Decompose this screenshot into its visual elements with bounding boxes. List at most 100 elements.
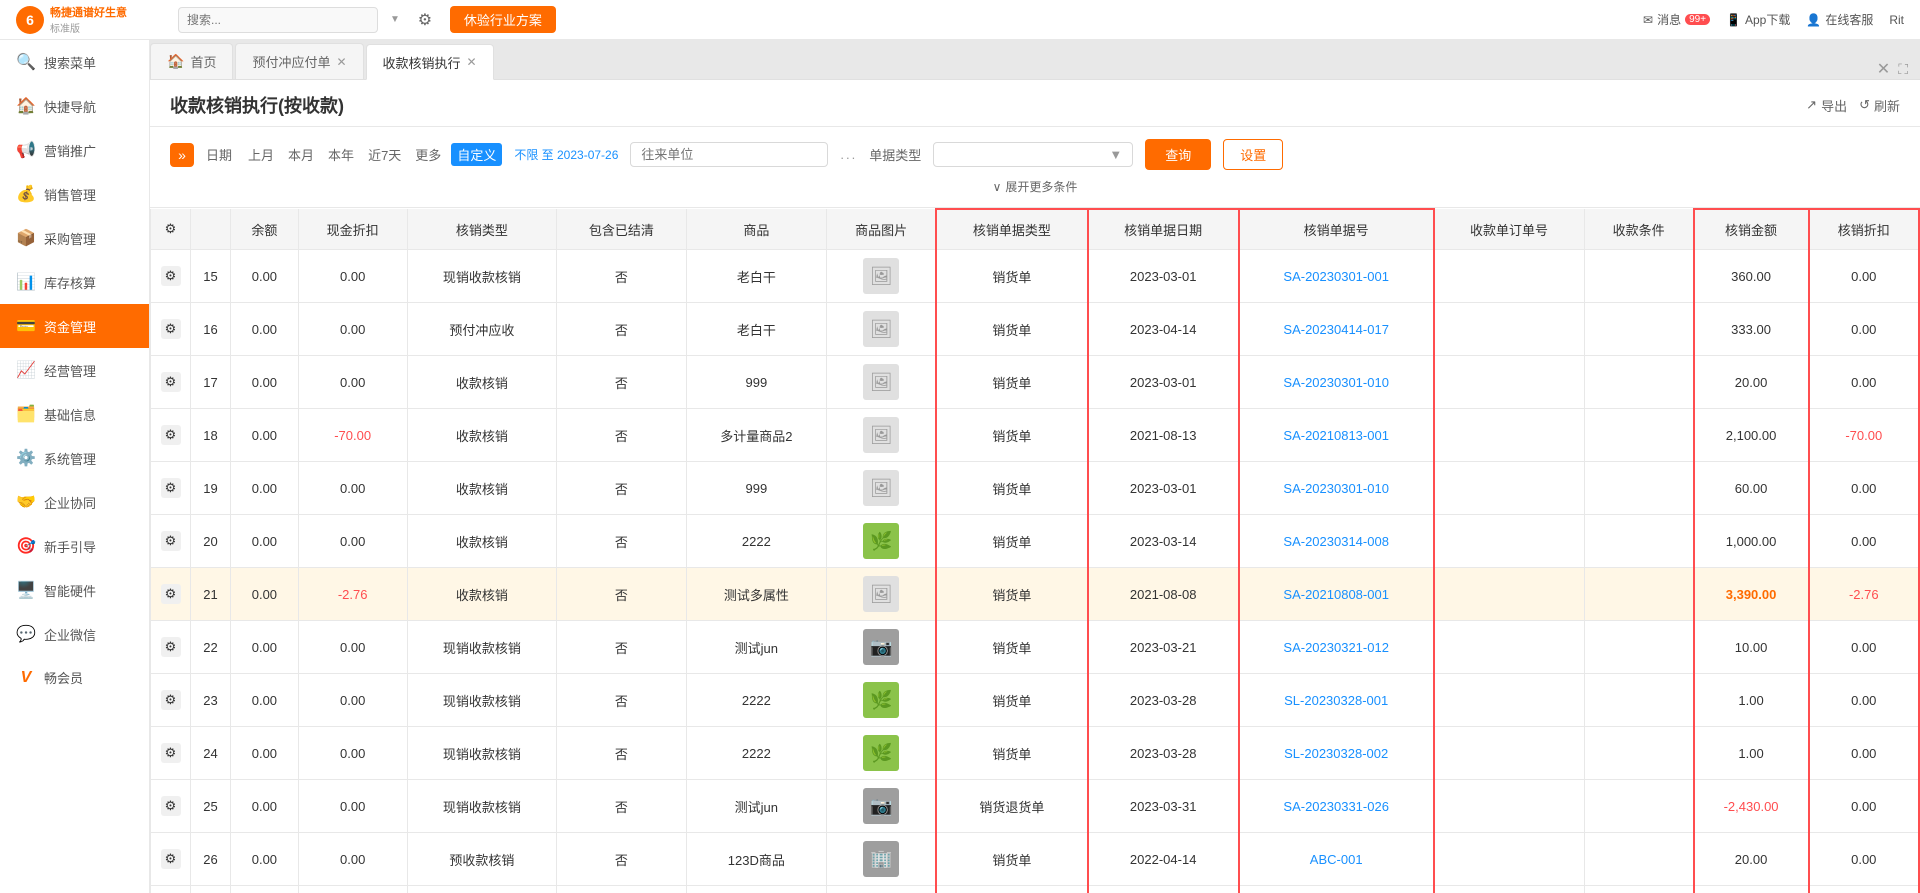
tab-bar: 🏠 首页 预付冲应付单 ✕ 收款核销执行 ✕ ✕ ⛶ [150,40,1920,80]
sidebar-item-inventory[interactable]: 📊 库存核算 [0,260,149,304]
logo-name: 畅捷通谱好生意 [50,4,127,20]
date-custom[interactable]: 自定义 [451,143,502,166]
cell-gear[interactable]: ⚙ [151,250,191,303]
cell-gear[interactable]: ⚙ [151,886,191,893]
cell-receipt-order-no [1434,780,1585,833]
tab-bar-close-icon[interactable]: ✕ [1877,59,1890,79]
cell-verify-bill-date: 2023-04-08 [1088,886,1239,893]
cell-verify-bill-no[interactable]: SL-20230408-001 [1239,886,1434,893]
bill-no-link[interactable]: SA-20210813-001 [1283,428,1389,443]
bill-no-link[interactable]: SA-20230414-017 [1283,322,1389,337]
bill-no-link[interactable]: SL-20230328-002 [1284,746,1388,761]
bill-no-link[interactable]: SL-20230328-001 [1284,693,1388,708]
cell-verify-bill-no[interactable]: SA-20230331-026 [1239,780,1434,833]
sidebar-item-base[interactable]: 🗂️ 基础信息 [0,392,149,436]
industry-button[interactable]: 休验行业方案 [450,6,556,33]
sales-icon: 💰 [16,184,36,204]
cell-verify-bill-no[interactable]: SA-20210808-001 [1239,568,1434,621]
refresh-button[interactable]: ↺ 刷新 [1859,96,1900,115]
cell-gear[interactable]: ⚙ [151,727,191,780]
cell-verify-bill-no[interactable]: SA-20230321-012 [1239,621,1434,674]
online-service-button[interactable]: 👤 在线客服 [1806,11,1873,28]
bill-no-link[interactable]: SA-20210808-001 [1283,587,1389,602]
sidebar-item-finance[interactable]: 💳 资金管理 [0,304,149,348]
cell-include-settled: 否 [557,250,686,303]
tab-bar-expand-icon[interactable]: ⛶ [1898,61,1908,78]
sidebar-item-system[interactable]: ⚙️ 系统管理 [0,436,149,480]
sidebar-item-search[interactable]: 🔍 搜索菜单 [0,40,149,84]
cell-gear[interactable]: ⚙ [151,568,191,621]
sidebar-item-wechat[interactable]: 💬 企业微信 [0,612,149,656]
username-display[interactable]: Rit [1889,13,1904,27]
message-button[interactable]: ✉ 消息 99+ [1643,11,1710,28]
cell-gear[interactable]: ⚙ [151,356,191,409]
export-button[interactable]: ↗ 导出 [1806,96,1847,115]
sidebar-item-hardware[interactable]: 🖥️ 智能硬件 [0,568,149,612]
cell-verify-bill-no[interactable]: SA-20230301-010 [1239,462,1434,515]
query-button[interactable]: 查询 [1145,139,1211,170]
cell-cash-discount: 0.00 [298,515,407,568]
cell-verify-bill-no[interactable]: SA-20230301-010 [1239,356,1434,409]
sidebar-item-guide[interactable]: 🎯 新手引导 [0,524,149,568]
sidebar-item-purchase[interactable]: 📦 采购管理 [0,216,149,260]
cell-gear[interactable]: ⚙ [151,303,191,356]
bill-type-select[interactable]: ▼ [933,142,1133,167]
bill-no-link[interactable]: SA-20230331-026 [1283,799,1389,814]
cell-gear[interactable]: ⚙ [151,780,191,833]
tab-prepay-close[interactable]: ✕ [336,55,346,69]
bill-no-link[interactable]: SA-20230301-010 [1283,481,1389,496]
tab-home[interactable]: 🏠 首页 [150,43,233,79]
cell-verify-bill-no[interactable]: ABC-001 [1239,833,1434,886]
date-more[interactable]: 更多 [411,143,445,166]
sidebar-item-marketing[interactable]: 📢 营销推广 [0,128,149,172]
date-this-month[interactable]: 本月 [284,143,318,166]
date-7days[interactable]: 近7天 [364,143,405,166]
date-this-year[interactable]: 本年 [324,143,358,166]
sidebar-item-member[interactable]: V 畅会员 [0,656,149,699]
date-last-month[interactable]: 上月 [244,143,278,166]
filter-expand-button[interactable]: » [170,143,194,167]
search-input[interactable] [178,7,378,33]
cell-verify-bill-no[interactable]: SA-20230414-017 [1239,303,1434,356]
cell-verify-bill-no[interactable]: SA-20230301-001 [1239,250,1434,303]
tab-verify-close[interactable]: ✕ [467,55,477,69]
cell-verify-bill-no[interactable]: SL-20230328-001 [1239,674,1434,727]
cell-verify-amount: 333.00 [1694,303,1809,356]
sidebar-item-collab[interactable]: 🤝 企业协同 [0,480,149,524]
sidebar-item-sales[interactable]: 💰 销售管理 [0,172,149,216]
cell-verify-bill-no[interactable]: SA-20230314-008 [1239,515,1434,568]
cell-gear[interactable]: ⚙ [151,409,191,462]
search-dropdown-arrow[interactable]: ▼ [390,14,400,25]
bill-no-link[interactable]: SA-20230321-012 [1283,640,1389,655]
cell-receipt-condition [1584,303,1694,356]
cell-gear[interactable]: ⚙ [151,621,191,674]
cell-verify-bill-no[interactable]: SL-20230328-002 [1239,727,1434,780]
cell-gear[interactable]: ⚙ [151,462,191,515]
sidebar-item-operation[interactable]: 📈 经营管理 [0,348,149,392]
cell-gear[interactable]: ⚙ [151,833,191,886]
cell-verify-bill-no[interactable]: SA-20210813-001 [1239,409,1434,462]
message-badge: 99+ [1685,14,1710,25]
app-download-button[interactable]: 📱 App下载 [1726,11,1790,28]
bill-no-link[interactable]: SA-20230301-001 [1283,269,1389,284]
expand-more-button[interactable]: ∨ 展开更多条件 [993,178,1078,195]
cell-goods: 多计量商品2 [686,409,827,462]
sidebar-item-quick[interactable]: 🏠 快捷导航 [0,84,149,128]
col-gear-header[interactable]: ⚙ [151,209,191,250]
cell-gear[interactable]: ⚙ [151,674,191,727]
sidebar-label-member: 畅会员 [44,668,83,687]
cell-gear[interactable]: ⚙ [151,515,191,568]
bill-no-link[interactable]: SA-20230301-010 [1283,375,1389,390]
cell-goods: 测试jun [686,621,827,674]
tab-prepay[interactable]: 预付冲应付单 ✕ [235,43,363,79]
cell-verify-amount: 1.00 [1694,674,1809,727]
bill-no-link[interactable]: SA-20230314-008 [1283,534,1389,549]
tab-verify[interactable]: 收款核销执行 ✕ [366,44,494,80]
col-goods-img-header: 商品图片 [827,209,937,250]
cell-goods-img: 🖼 [827,250,937,303]
cell-verify-discount: 0.00 [1809,886,1919,893]
settings-gear-button[interactable]: ⚙ [412,7,438,33]
bill-no-link[interactable]: ABC-001 [1310,852,1363,867]
filter-settings-button[interactable]: 设置 [1223,139,1283,170]
from-unit-input[interactable] [630,142,828,167]
